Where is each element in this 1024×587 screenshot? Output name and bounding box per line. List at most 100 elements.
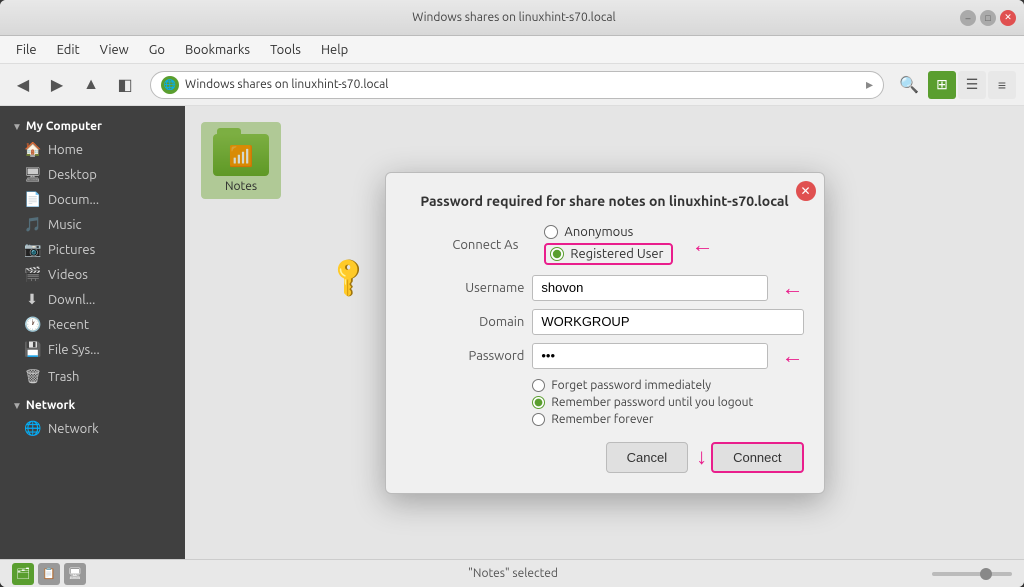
username-input[interactable]	[532, 275, 767, 301]
zoom-slider[interactable]	[932, 572, 1012, 576]
statusbar-icon-3[interactable]: 🖥	[64, 563, 86, 585]
sidebar-home-label: Home	[48, 143, 83, 157]
window-title: Windows shares on linuxhint-s70.local	[68, 11, 960, 24]
address-icon: 🌐	[161, 76, 179, 94]
pictures-icon: 📷	[24, 241, 40, 258]
menu-view[interactable]: View	[92, 39, 137, 61]
remember-section: Forget password immediately Remember pas…	[532, 379, 803, 426]
registered-user-radio[interactable]	[550, 247, 564, 261]
sidebar-item-pictures[interactable]: 📷 Pictures	[0, 237, 185, 262]
password-dialog: ✕ Password required for share notes on l…	[385, 172, 825, 494]
maximize-button[interactable]: □	[980, 10, 996, 26]
domain-input[interactable]	[532, 309, 803, 335]
remember-forever-radio[interactable]	[532, 413, 545, 426]
connect-as-label: Connect As	[452, 238, 532, 252]
address-dropdown-icon[interactable]: ▸	[866, 76, 873, 93]
compact-view-button[interactable]: ≡	[988, 71, 1016, 99]
sidebar-item-home[interactable]: 🏠 Home	[0, 137, 185, 162]
username-label: Username	[452, 281, 524, 295]
arrow-username-icon: ←	[782, 275, 804, 301]
connect-as-row: Connect As Anonymous Registered User	[452, 225, 803, 265]
back-button[interactable]: ◀	[8, 70, 38, 100]
modal-body: 🔑 Connect As Anonymous	[406, 225, 804, 473]
slider-track	[932, 572, 1012, 576]
network-arrow-icon: ▼	[12, 400, 22, 412]
arrow-registered-icon: ←	[691, 232, 713, 258]
arrow-connect-icon: ↓	[696, 444, 707, 470]
modal-close-button[interactable]: ✕	[796, 181, 816, 201]
address-text: Windows shares on linuxhint-s70.local	[185, 78, 860, 91]
sidebar-videos-label: Videos	[48, 268, 88, 282]
sidebar-item-videos[interactable]: 🎬 Videos	[0, 262, 185, 287]
titlebar: Windows shares on linuxhint-s70.local – …	[0, 0, 1024, 36]
sidebar-item-filesystem[interactable]: 💾 File Sys...	[0, 337, 185, 362]
filesystem-icon: 💾	[24, 341, 40, 358]
sidebar-filesystem-label: File Sys...	[48, 343, 100, 357]
main-panel: 📶 Notes ✕ Password required for share no…	[185, 106, 1024, 559]
password-row: Password ←	[452, 343, 803, 369]
sidebar-item-music[interactable]: 🎵 Music	[0, 212, 185, 237]
list-view-button[interactable]: ☰	[958, 71, 986, 99]
recent-icon: 🕐	[24, 316, 40, 333]
remember-forever-row: Remember forever	[532, 413, 803, 426]
remember-logout-label: Remember password until you logout	[551, 396, 753, 409]
sidebar-item-recent[interactable]: 🕐 Recent	[0, 312, 185, 337]
statusbar-icon-1[interactable]: 🗂	[12, 563, 34, 585]
minimize-button[interactable]: –	[960, 10, 976, 26]
registered-user-radio-row: Registered User	[544, 243, 673, 265]
icon-view-button[interactable]: ⊞	[928, 71, 956, 99]
password-label: Password	[452, 349, 524, 363]
cancel-button[interactable]: Cancel	[606, 442, 688, 473]
home-icon: 🏠	[24, 141, 40, 158]
sidebar-item-network[interactable]: 🌐 Network	[0, 416, 185, 441]
statusbar-icon-2[interactable]: 📋	[38, 563, 60, 585]
connect-button[interactable]: Connect	[711, 442, 803, 473]
left-panel-toggle[interactable]: ◧	[110, 70, 140, 100]
sidebar-item-desktop[interactable]: 🖥 Desktop	[0, 162, 185, 187]
content-area: ▼ My Computer 🏠 Home 🖥 Desktop 📄 Docum..…	[0, 106, 1024, 559]
menu-tools[interactable]: Tools	[262, 39, 309, 61]
main-window: Windows shares on linuxhint-s70.local – …	[0, 0, 1024, 587]
statusbar-text: "Notes" selected	[102, 567, 924, 580]
anonymous-radio[interactable]	[544, 225, 558, 239]
sidebar-item-documents[interactable]: 📄 Docum...	[0, 187, 185, 212]
sidebar-item-trash[interactable]: 🗑 Trash	[0, 364, 185, 389]
radio-options: Anonymous Registered User	[544, 225, 673, 265]
close-button[interactable]: ✕	[1000, 10, 1016, 26]
menu-file[interactable]: File	[8, 39, 45, 61]
menu-bookmarks[interactable]: Bookmarks	[177, 39, 258, 61]
username-row: Username ←	[452, 275, 803, 301]
sidebar-documents-label: Docum...	[48, 193, 99, 207]
remember-logout-radio[interactable]	[532, 396, 545, 409]
remember-logout-row: Remember password until you logout	[532, 396, 803, 409]
network-section-label: Network	[26, 399, 75, 412]
my-computer-section[interactable]: ▼ My Computer	[0, 114, 185, 137]
menu-edit[interactable]: Edit	[49, 39, 88, 61]
network-section[interactable]: ▼ Network	[0, 393, 185, 416]
trash-icon: 🗑	[24, 368, 40, 385]
arrow-password-icon: ←	[782, 343, 804, 369]
sidebar-item-downloads[interactable]: ⬇ Downl...	[0, 287, 185, 312]
forward-button[interactable]: ▶	[42, 70, 72, 100]
forget-radio[interactable]	[532, 379, 545, 392]
anonymous-radio-row: Anonymous	[544, 225, 673, 239]
menu-help[interactable]: Help	[313, 39, 356, 61]
desktop-icon: 🖥	[24, 166, 40, 183]
modal-overlay: ✕ Password required for share notes on l…	[185, 106, 1024, 559]
sidebar-desktop-label: Desktop	[48, 168, 97, 182]
search-button[interactable]: 🔍	[894, 70, 924, 100]
domain-label: Domain	[452, 315, 524, 329]
downloads-icon: ⬇	[24, 291, 40, 308]
remember-forever-label: Remember forever	[551, 413, 653, 426]
my-computer-arrow-icon: ▼	[12, 121, 22, 133]
statusbar-icons: 🗂 📋 🖥	[12, 563, 86, 585]
address-bar[interactable]: 🌐 Windows shares on linuxhint-s70.local …	[150, 71, 884, 99]
sidebar-recent-label: Recent	[48, 318, 89, 332]
slider-thumb[interactable]	[980, 568, 992, 580]
sidebar: ▼ My Computer 🏠 Home 🖥 Desktop 📄 Docum..…	[0, 106, 185, 559]
password-input[interactable]	[532, 343, 767, 369]
menubar: File Edit View Go Bookmarks Tools Help	[0, 36, 1024, 64]
up-button[interactable]: ▲	[76, 70, 106, 100]
music-icon: 🎵	[24, 216, 40, 233]
menu-go[interactable]: Go	[141, 39, 173, 61]
